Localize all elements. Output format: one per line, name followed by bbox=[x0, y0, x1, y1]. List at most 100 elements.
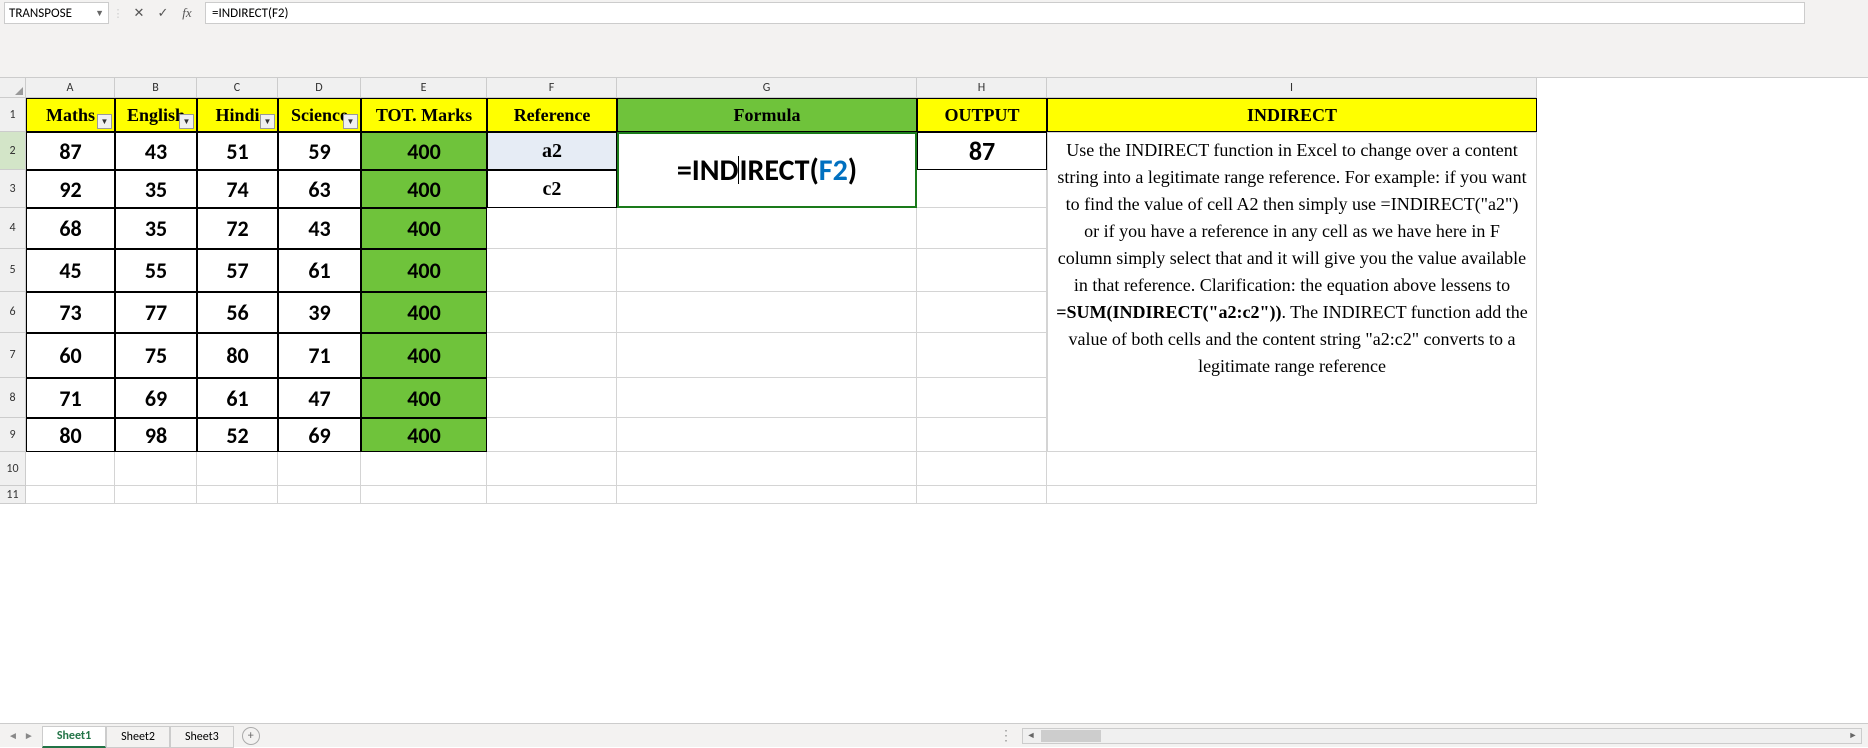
cell-H5[interactable] bbox=[917, 249, 1047, 292]
cell-E5[interactable]: 400 bbox=[361, 249, 487, 292]
col-header-C[interactable]: C bbox=[197, 78, 278, 98]
col-header-E[interactable]: E bbox=[361, 78, 487, 98]
cell-A9[interactable]: 80 bbox=[26, 418, 115, 452]
cell-F5[interactable] bbox=[487, 249, 617, 292]
cell-E4[interactable]: 400 bbox=[361, 208, 487, 249]
row-header-9[interactable]: 9 bbox=[0, 418, 26, 452]
cell-D10[interactable] bbox=[278, 452, 361, 486]
cell-I11[interactable] bbox=[1047, 486, 1537, 504]
cell-C3[interactable]: 74 bbox=[197, 170, 278, 208]
chevron-down-icon[interactable]: ▼ bbox=[95, 8, 104, 19]
sheet-tab-sheet1[interactable]: Sheet1 bbox=[42, 726, 106, 748]
cell-H10[interactable] bbox=[917, 452, 1047, 486]
col-header-A[interactable]: A bbox=[26, 78, 115, 98]
header-tot-marks[interactable]: TOT. Marks bbox=[361, 98, 487, 132]
fx-icon[interactable]: fx bbox=[175, 2, 199, 24]
cell-B11[interactable] bbox=[115, 486, 197, 504]
cell-F6[interactable] bbox=[487, 292, 617, 333]
sheet-tab-sheet3[interactable]: Sheet3 bbox=[170, 726, 234, 748]
tab-prev-icon[interactable]: ◄ bbox=[8, 729, 18, 742]
cell-C5[interactable]: 57 bbox=[197, 249, 278, 292]
cell-C10[interactable] bbox=[197, 452, 278, 486]
col-header-F[interactable]: F bbox=[487, 78, 617, 98]
drag-handle-icon[interactable]: ⋮ bbox=[999, 727, 1014, 744]
cell-G6[interactable] bbox=[617, 292, 917, 333]
cell-A11[interactable] bbox=[26, 486, 115, 504]
header-hindi[interactable]: Hindi▼ bbox=[197, 98, 278, 132]
tab-next-icon[interactable]: ► bbox=[24, 729, 34, 742]
add-sheet-button[interactable]: + bbox=[242, 727, 260, 745]
cell-E9[interactable]: 400 bbox=[361, 418, 487, 452]
cell-A8[interactable]: 71 bbox=[26, 378, 115, 418]
header-science[interactable]: Science▼ bbox=[278, 98, 361, 132]
cell-B8[interactable]: 69 bbox=[115, 378, 197, 418]
cell-G10[interactable] bbox=[617, 452, 917, 486]
cell-E11[interactable] bbox=[361, 486, 487, 504]
name-box[interactable]: TRANSPOSE ▼ bbox=[4, 2, 109, 24]
horizontal-scrollbar[interactable]: ◄ ► bbox=[1022, 728, 1862, 744]
cell-D8[interactable]: 47 bbox=[278, 378, 361, 418]
row-header-10[interactable]: 10 bbox=[0, 452, 26, 486]
header-maths[interactable]: Maths▼ bbox=[26, 98, 115, 132]
col-header-H[interactable]: H bbox=[917, 78, 1047, 98]
cell-F8[interactable] bbox=[487, 378, 617, 418]
cell-G8[interactable] bbox=[617, 378, 917, 418]
cell-I10[interactable] bbox=[1047, 452, 1537, 486]
cell-C2[interactable]: 51 bbox=[197, 132, 278, 170]
cell-F7[interactable] bbox=[487, 333, 617, 378]
cell-D2[interactable]: 59 bbox=[278, 132, 361, 170]
cell-D5[interactable]: 61 bbox=[278, 249, 361, 292]
cell-E2[interactable]: 400 bbox=[361, 132, 487, 170]
cell-B2[interactable]: 43 bbox=[115, 132, 197, 170]
cell-B3[interactable]: 35 bbox=[115, 170, 197, 208]
cell-G5[interactable] bbox=[617, 249, 917, 292]
row-header-1[interactable]: 1 bbox=[0, 98, 26, 132]
cell-D11[interactable] bbox=[278, 486, 361, 504]
cell-I-description[interactable]: Use the INDIRECT function in Excel to ch… bbox=[1047, 132, 1537, 452]
formula-input[interactable]: =INDIRECT(F2) bbox=[205, 2, 1805, 24]
row-header-8[interactable]: 8 bbox=[0, 378, 26, 418]
cell-H8[interactable] bbox=[917, 378, 1047, 418]
cell-A2[interactable]: 87 bbox=[26, 132, 115, 170]
col-header-G[interactable]: G bbox=[617, 78, 917, 98]
cell-G11[interactable] bbox=[617, 486, 917, 504]
enter-icon[interactable]: ✓ bbox=[151, 2, 175, 24]
cell-A7[interactable]: 60 bbox=[26, 333, 115, 378]
filter-icon[interactable]: ▼ bbox=[260, 114, 275, 129]
cell-D7[interactable]: 71 bbox=[278, 333, 361, 378]
cell-E10[interactable] bbox=[361, 452, 487, 486]
cell-B6[interactable]: 77 bbox=[115, 292, 197, 333]
cell-C6[interactable]: 56 bbox=[197, 292, 278, 333]
cell-A6[interactable]: 73 bbox=[26, 292, 115, 333]
row-header-4[interactable]: 4 bbox=[0, 208, 26, 249]
cell-G2-formula[interactable]: =INDIRECT(F2)INDIRECT(ref_text, [a1]) bbox=[617, 132, 917, 208]
cell-C4[interactable]: 72 bbox=[197, 208, 278, 249]
header-output[interactable]: OUTPUT bbox=[917, 98, 1047, 132]
sheet-tab-sheet2[interactable]: Sheet2 bbox=[106, 726, 170, 748]
cell-F2[interactable]: a2 bbox=[487, 132, 617, 170]
cell-H7[interactable] bbox=[917, 333, 1047, 378]
cell-A4[interactable]: 68 bbox=[26, 208, 115, 249]
cell-D4[interactable]: 43 bbox=[278, 208, 361, 249]
cell-H11[interactable] bbox=[917, 486, 1047, 504]
row-header-5[interactable]: 5 bbox=[0, 249, 26, 292]
header-reference[interactable]: Reference bbox=[487, 98, 617, 132]
cell-C8[interactable]: 61 bbox=[197, 378, 278, 418]
row-header-3[interactable]: 3 bbox=[0, 170, 26, 208]
row-header-7[interactable]: 7 bbox=[0, 333, 26, 378]
cell-E3[interactable]: 400 bbox=[361, 170, 487, 208]
cell-A5[interactable]: 45 bbox=[26, 249, 115, 292]
scroll-right-icon[interactable]: ► bbox=[1845, 729, 1861, 743]
cell-A10[interactable] bbox=[26, 452, 115, 486]
header-formula[interactable]: Formula bbox=[617, 98, 917, 132]
row-header-2[interactable]: 2 bbox=[0, 132, 26, 170]
header-english[interactable]: English▼ bbox=[115, 98, 197, 132]
cell-G7[interactable] bbox=[617, 333, 917, 378]
cell-C7[interactable]: 80 bbox=[197, 333, 278, 378]
cell-F11[interactable] bbox=[487, 486, 617, 504]
row-header-6[interactable]: 6 bbox=[0, 292, 26, 333]
cell-D9[interactable]: 69 bbox=[278, 418, 361, 452]
col-header-D[interactable]: D bbox=[278, 78, 361, 98]
cell-C9[interactable]: 52 bbox=[197, 418, 278, 452]
cell-G9[interactable] bbox=[617, 418, 917, 452]
